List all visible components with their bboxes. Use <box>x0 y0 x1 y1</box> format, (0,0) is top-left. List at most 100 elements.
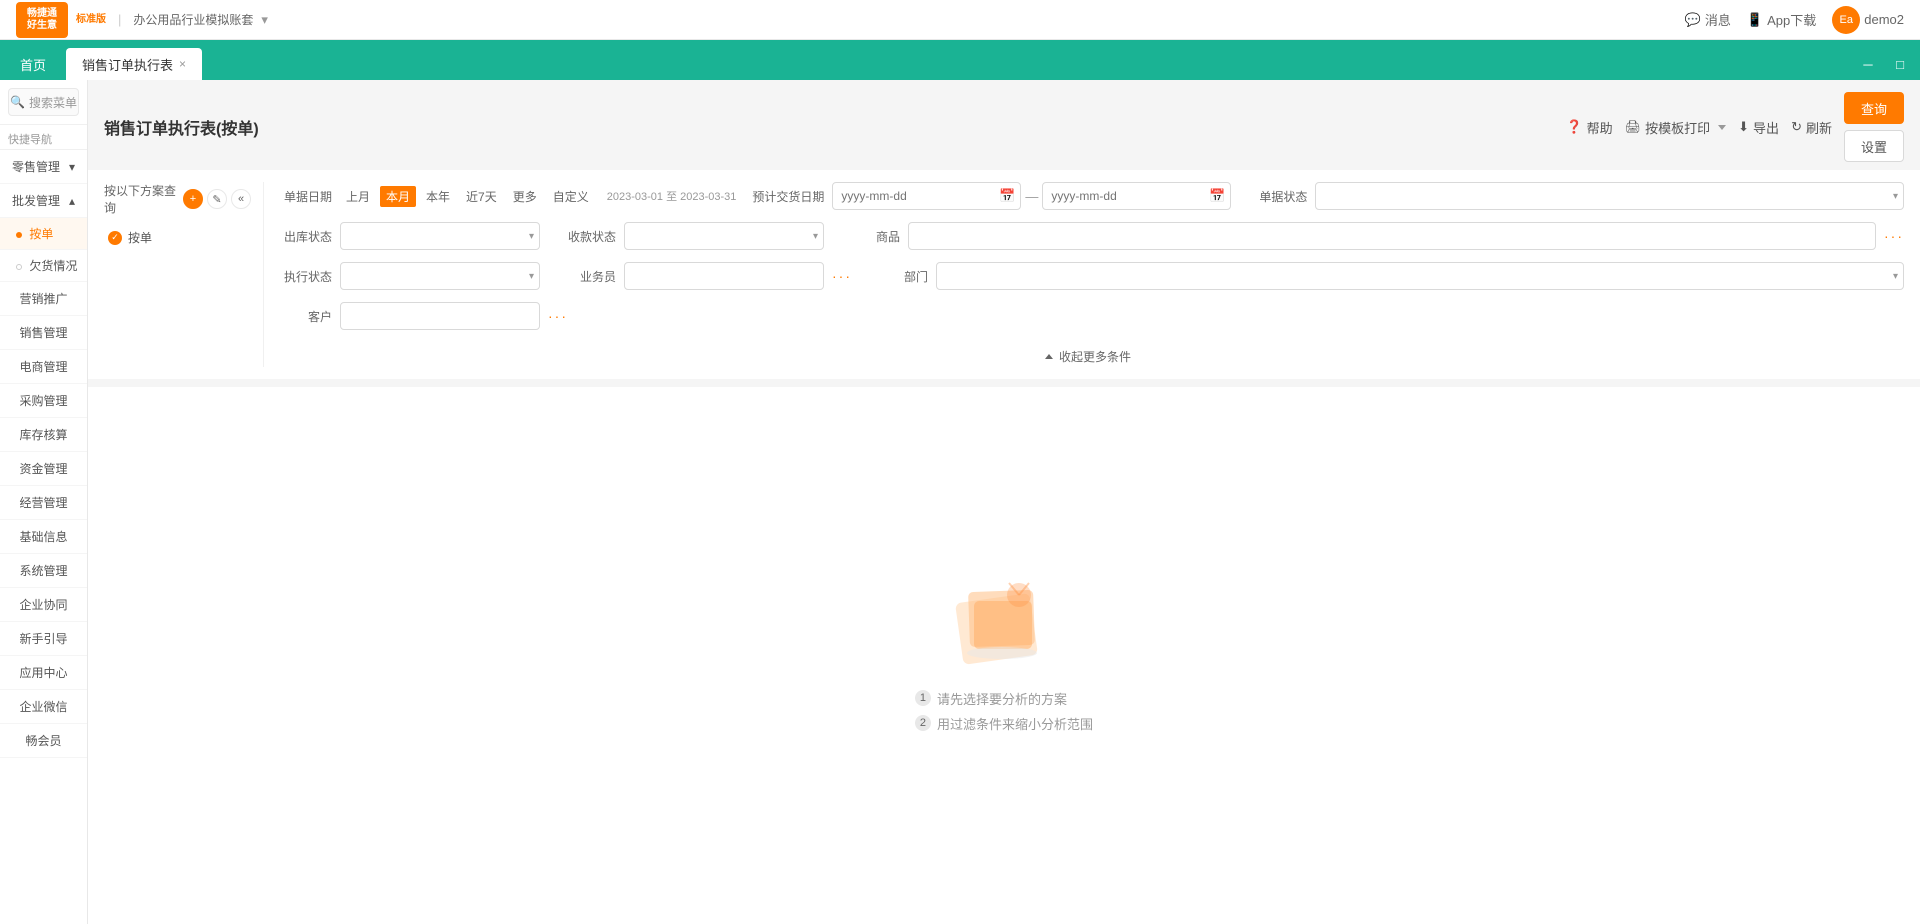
hint-2-text: 用过滤条件来缩小分析范围 <box>937 714 1093 733</box>
expected-date-end-wrap: 📅 <box>1042 182 1231 210</box>
sidebar-item-cooperation[interactable]: 企业协同 <box>0 588 87 622</box>
sidebar-item-purchase[interactable]: 采购管理 <box>0 384 87 418</box>
empty-illustration <box>944 573 1064 673</box>
date-tab-custom[interactable]: 自定义 <box>547 186 595 207</box>
sidebar-item-newbie[interactable]: 新手引导 <box>0 622 87 656</box>
export-button[interactable]: ⬇ 导出 <box>1738 118 1779 137</box>
page-actions: ❓ 帮助 🖨 按模板打印 ⬇ 导出 ↻ 刷新 查询 <box>1566 92 1904 162</box>
logo-text: 畅捷通好生意 <box>27 8 57 32</box>
filter-dept-item: 部门 <box>868 262 1904 290</box>
date-tab-more[interactable]: 更多 <box>507 186 543 207</box>
salesperson-input[interactable] <box>624 262 824 290</box>
setup-button[interactable]: 设置 <box>1844 130 1904 162</box>
sidebar-sub-item-shortage[interactable]: 欠货情况 <box>0 250 87 282</box>
refresh-label: 刷新 <box>1806 118 1832 137</box>
status-select[interactable] <box>1315 182 1904 210</box>
scheme-collapse-button[interactable]: « <box>231 189 251 209</box>
expected-date-end-input[interactable] <box>1042 182 1231 210</box>
retail-chevron: ▾ <box>69 160 75 174</box>
sidebar-item-apps[interactable]: 应用中心 <box>0 656 87 690</box>
breadcrumb-chevron[interactable]: ▾ <box>261 12 268 28</box>
sidebar-sub-item-order[interactable]: 按单 <box>0 218 87 250</box>
stock-status-select-wrap <box>340 222 540 250</box>
tab-close-icon[interactable]: × <box>179 57 186 71</box>
app-version: 标准版 <box>76 13 106 26</box>
template-print-button[interactable]: 🖨 按模板打印 <box>1625 118 1727 137</box>
filter-exec-status-item: 执行状态 <box>272 262 540 290</box>
exec-status-select[interactable] <box>340 262 540 290</box>
sidebar-item-inventory[interactable]: 库存核算 <box>0 418 87 452</box>
sidebar-item-marketing[interactable]: 营销推广 <box>0 282 87 316</box>
date-tab-7days[interactable]: 近7天 <box>460 186 503 207</box>
expected-date-range: 📅 — 📅 <box>832 182 1231 210</box>
sidebar-group-retail-header[interactable]: 零售管理 ▾ <box>0 150 87 184</box>
sidebar-search: 🔍 搜索菜单 <box>0 80 87 125</box>
logo: 畅捷通好生意 <box>16 2 68 38</box>
collapse-button[interactable]: 收起更多条件 <box>272 342 1904 367</box>
empty-svg <box>944 573 1064 673</box>
goods-input[interactable] <box>908 222 1876 250</box>
sidebar-item-sales[interactable]: 销售管理 <box>0 316 87 350</box>
collapse-label: 收起更多条件 <box>1059 348 1131 365</box>
print-icon: 🖨 <box>1625 119 1642 135</box>
sidebar-item-wechat[interactable]: 企业微信 <box>0 690 87 724</box>
sidebar-item-operation[interactable]: 经营管理 <box>0 486 87 520</box>
dept-select[interactable] <box>936 262 1904 290</box>
sidebar-item-ecommerce[interactable]: 电商管理 <box>0 350 87 384</box>
expected-date-end-cal-icon: 📅 <box>1209 188 1225 204</box>
refresh-icon: ↻ <box>1791 119 1802 135</box>
avatar: Ea <box>1832 6 1860 34</box>
customer-dots[interactable]: ··· <box>548 308 568 324</box>
payment-status-select-wrap <box>624 222 824 250</box>
sidebar-item-system[interactable]: 系统管理 <box>0 554 87 588</box>
user-name: demo2 <box>1864 12 1904 27</box>
stock-status-select[interactable] <box>340 222 540 250</box>
wholesale-label: 批发管理 <box>12 192 60 209</box>
scheme-edit-button[interactable]: ✎ <box>207 189 227 209</box>
message-button[interactable]: 💬 消息 <box>1685 10 1731 29</box>
page-header: 销售订单执行表(按单) ❓ 帮助 🖨 按模板打印 ⬇ 导出 ↻ 刷新 <box>88 80 1920 170</box>
exec-status-label: 执行状态 <box>272 268 332 285</box>
refresh-button[interactable]: ↻ 刷新 <box>1791 118 1832 137</box>
user-profile[interactable]: Ea demo2 <box>1832 6 1904 34</box>
search-menu-label: 搜索菜单 <box>29 94 77 111</box>
export-label: 导出 <box>1753 118 1779 137</box>
sidebar-item-basic[interactable]: 基础信息 <box>0 520 87 554</box>
tab-home[interactable]: 首页 <box>4 48 62 80</box>
expected-date-start-input[interactable] <box>832 182 1021 210</box>
filter-row-2: 出库状态 收款状态 <box>272 222 1904 250</box>
sidebar: 🔍 搜索菜单 快捷导航 零售管理 ▾ 批发管理 ▴ 按单 欠货情况 <box>0 80 88 924</box>
query-button[interactable]: 查询 <box>1844 92 1904 124</box>
search-menu-button[interactable]: 🔍 搜索菜单 <box>8 88 79 116</box>
payment-status-label: 收款状态 <box>556 228 616 245</box>
sidebar-group-wholesale-header[interactable]: 批发管理 ▴ <box>0 184 87 218</box>
quick-nav-item[interactable]: 快捷导航 <box>0 125 87 150</box>
payment-status-select[interactable] <box>624 222 824 250</box>
help-button[interactable]: ❓ 帮助 <box>1566 118 1612 137</box>
scheme-add-button[interactable]: + <box>183 189 203 209</box>
goods-label: 商品 <box>840 228 900 245</box>
export-icon: ⬇ <box>1738 119 1749 135</box>
tab-active[interactable]: 销售订单执行表 × <box>66 48 202 80</box>
date-tab-thismonth[interactable]: 本月 <box>380 186 416 207</box>
date-tab-thisyear[interactable]: 本年 <box>420 186 456 207</box>
date-tab-lastmonth[interactable]: 上月 <box>340 186 376 207</box>
sidebar-item-member[interactable]: 畅会员 <box>0 724 87 758</box>
app-download-button[interactable]: 📱 App下载 <box>1747 10 1816 29</box>
filter-salesperson-item: 业务员 ··· <box>556 262 852 290</box>
filter-customer-item: 客户 ··· <box>272 302 568 330</box>
goods-dots[interactable]: ··· <box>1884 228 1904 244</box>
hint-2-num: 2 <box>915 715 931 731</box>
tab-maximize-btn[interactable]: □ <box>1888 52 1912 76</box>
scheme-item-label: 按单 <box>128 229 152 246</box>
tabs-bar: 首页 销售订单执行表 × ─ □ <box>0 40 1920 80</box>
sidebar-item-finance[interactable]: 资金管理 <box>0 452 87 486</box>
salesperson-dots[interactable]: ··· <box>832 268 852 284</box>
filter-row-1: 单据日期 上月 本月 本年 近7天 更多 自定义 2023-03-01 至 20… <box>272 182 1904 210</box>
expected-date-start-cal-icon: 📅 <box>999 188 1015 204</box>
tab-minimize-btn[interactable]: ─ <box>1856 52 1880 76</box>
customer-input[interactable] <box>340 302 540 330</box>
scheme-item-order[interactable]: ✓ 按单 <box>104 224 251 251</box>
order-label: 按单 <box>29 227 53 241</box>
sidebar-group-retail: 零售管理 ▾ <box>0 150 87 184</box>
